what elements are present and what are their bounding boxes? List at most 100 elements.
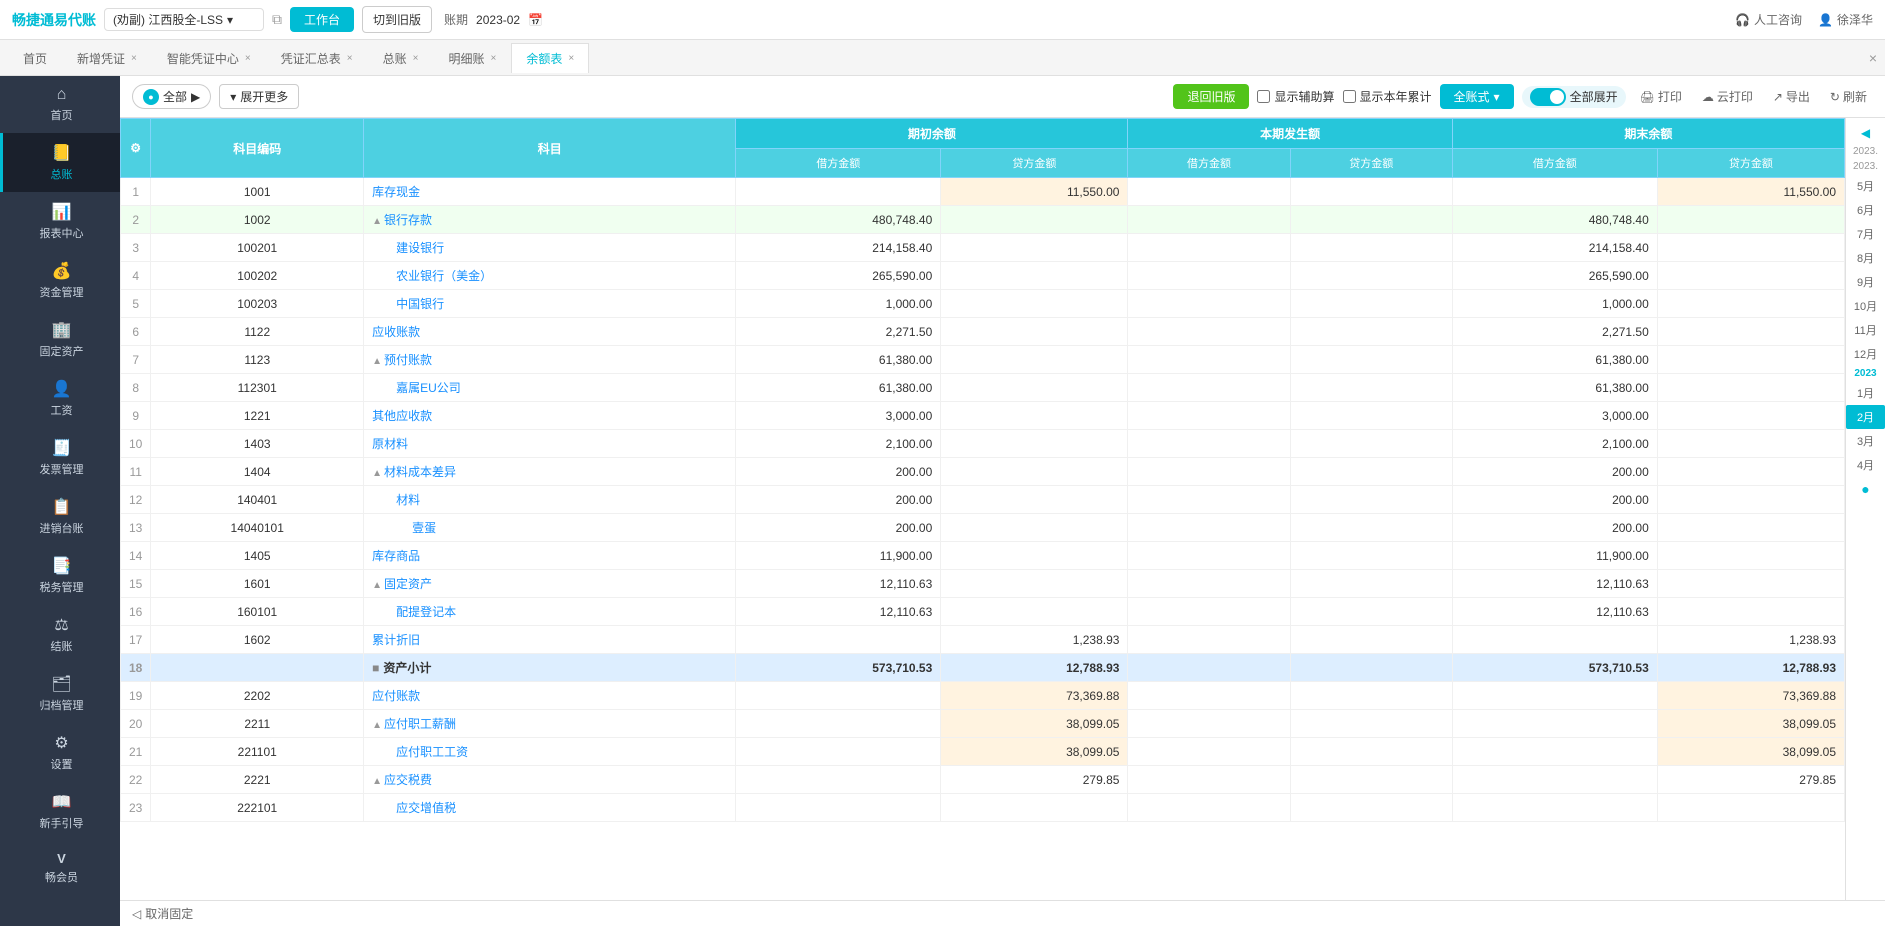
tab-detail-ledger[interactable]: 明细账 × bbox=[433, 43, 511, 73]
sidebar-item-guide[interactable]: 📖 新手引导 bbox=[0, 782, 120, 841]
month-1[interactable]: 1月 bbox=[1846, 381, 1885, 405]
row-name-link[interactable]: 配提登记本 bbox=[372, 603, 456, 620]
row-name-link[interactable]: 应付账款 bbox=[372, 687, 420, 704]
row-name[interactable]: 库存现金 bbox=[364, 178, 736, 206]
sidebar-item-assets[interactable]: 🏢 固定资产 bbox=[0, 310, 120, 369]
tab-add-voucher[interactable]: 新增凭证 × bbox=[62, 43, 152, 73]
row-name-link[interactable]: 预付账款 bbox=[384, 353, 432, 367]
row-name-link[interactable]: 壹蛋 bbox=[372, 519, 436, 536]
row-name-link[interactable]: 固定资产 bbox=[384, 577, 432, 591]
row-name-link[interactable]: 库存商品 bbox=[372, 547, 420, 564]
show-aux-checkbox[interactable] bbox=[1257, 90, 1270, 103]
row-name-link[interactable]: 材料 bbox=[372, 491, 420, 508]
row-name-link[interactable]: 累计折旧 bbox=[372, 631, 420, 648]
print-button[interactable]: 🖨 打印 bbox=[1634, 85, 1688, 108]
row-name[interactable]: 原材料 bbox=[364, 430, 736, 458]
row-name-link[interactable]: 应付职工工资 bbox=[372, 743, 468, 760]
close-all-tabs-icon[interactable]: × bbox=[1869, 50, 1885, 66]
row-name-link[interactable]: 银行存款 bbox=[384, 213, 432, 227]
row-name[interactable]: 材料 bbox=[364, 486, 736, 514]
row-name[interactable]: 库存商品 bbox=[364, 542, 736, 570]
row-name-link[interactable]: 应交税费 bbox=[384, 773, 432, 787]
row-name[interactable]: 应付职工工资 bbox=[364, 738, 736, 766]
consult-info[interactable]: 🎧 人工咨询 bbox=[1735, 11, 1802, 28]
sidebar-item-invoice[interactable]: 🧾 发票管理 bbox=[0, 428, 120, 487]
tab-home[interactable]: 首页 bbox=[8, 43, 62, 73]
calendar-icon[interactable]: 📅 bbox=[528, 13, 543, 27]
row-name[interactable]: 其他应收款 bbox=[364, 402, 736, 430]
cloud-print-button[interactable]: ☁ 云打印 bbox=[1696, 85, 1759, 108]
row-name-link[interactable]: 中国银行 bbox=[372, 295, 444, 312]
row-name-link[interactable]: 应交增值税 bbox=[372, 799, 456, 816]
unpin-label[interactable]: 取消固定 bbox=[145, 905, 193, 922]
month-3[interactable]: 3月 bbox=[1846, 429, 1885, 453]
expand-more-btn[interactable]: ▾ 展开更多 bbox=[219, 84, 299, 109]
toggle-switch[interactable] bbox=[1530, 88, 1566, 106]
tab-add-voucher-close[interactable]: × bbox=[131, 53, 137, 64]
expand-panel-icon[interactable]: ◀ bbox=[1861, 126, 1870, 140]
sidebar-item-tax[interactable]: 📑 税务管理 bbox=[0, 546, 120, 605]
show-ytd-checkbox[interactable] bbox=[1343, 90, 1356, 103]
month-9[interactable]: 9月 bbox=[1846, 270, 1885, 294]
row-name[interactable]: ▲银行存款 bbox=[364, 206, 736, 234]
tab-balance-sheet[interactable]: 余额表 × bbox=[511, 43, 589, 73]
switch-version-button[interactable]: 切到旧版 bbox=[362, 6, 432, 33]
month-11[interactable]: 11月 bbox=[1846, 318, 1885, 342]
month-5[interactable]: 5月 bbox=[1846, 174, 1885, 198]
tab-smart-voucher-close[interactable]: × bbox=[245, 53, 251, 64]
filter-all-btn[interactable]: ● 全部 ▶ bbox=[132, 84, 211, 109]
row-name-link[interactable]: 应收账款 bbox=[372, 323, 420, 340]
month-7[interactable]: 7月 bbox=[1846, 222, 1885, 246]
row-name[interactable]: 农业银行（美金） bbox=[364, 262, 736, 290]
show-ytd-label[interactable]: 显示本年累计 bbox=[1360, 88, 1432, 105]
workbench-button[interactable]: 工作台 bbox=[290, 7, 354, 32]
tab-detail-ledger-close[interactable]: × bbox=[490, 53, 496, 64]
row-name-link[interactable]: 建设银行 bbox=[372, 239, 444, 256]
month-10[interactable]: 10月 bbox=[1846, 294, 1885, 318]
row-name[interactable]: 建设银行 bbox=[364, 234, 736, 262]
right-panel-toggle[interactable]: ● bbox=[1861, 481, 1869, 497]
row-name[interactable]: 应收账款 bbox=[364, 318, 736, 346]
row-name-link[interactable]: 其他应收款 bbox=[372, 407, 432, 424]
col-settings[interactable]: ⚙ bbox=[121, 119, 151, 178]
row-name[interactable]: ▲应付职工薪酬 bbox=[364, 710, 736, 738]
row-name[interactable]: ▲固定资产 bbox=[364, 570, 736, 598]
refresh-button[interactable]: ↻ 刷新 bbox=[1824, 85, 1873, 108]
sidebar-item-payroll[interactable]: 👤 工资 bbox=[0, 369, 120, 428]
tab-voucher-summary-close[interactable]: × bbox=[347, 53, 353, 64]
row-name-link[interactable]: 库存现金 bbox=[372, 183, 420, 200]
sidebar-item-ledger[interactable]: 📒 总账 bbox=[0, 133, 120, 192]
row-name[interactable]: 中国银行 bbox=[364, 290, 736, 318]
tab-ledger-close[interactable]: × bbox=[413, 53, 419, 64]
export-button[interactable]: ↗ 导出 bbox=[1767, 85, 1816, 108]
full-format-button[interactable]: 全账式 ▾ bbox=[1440, 84, 1514, 109]
row-name-link[interactable]: 应付职工薪酬 bbox=[384, 717, 456, 731]
month-6[interactable]: 6月 bbox=[1846, 198, 1885, 222]
row-name[interactable]: 配提登记本 bbox=[364, 598, 736, 626]
row-name-link[interactable]: 原材料 bbox=[372, 435, 408, 452]
row-name[interactable]: 应交增值税 bbox=[364, 794, 736, 822]
row-name[interactable]: 壹蛋 bbox=[364, 514, 736, 542]
sidebar-item-sales[interactable]: 📋 进销台账 bbox=[0, 487, 120, 546]
month-4[interactable]: 4月 bbox=[1846, 453, 1885, 477]
row-name[interactable]: ■资产小计 bbox=[364, 654, 736, 682]
row-name[interactable]: 应付账款 bbox=[364, 682, 736, 710]
tab-ledger[interactable]: 总账 × bbox=[368, 43, 434, 73]
expand-all-toggle[interactable]: 全部展开 bbox=[1522, 86, 1626, 108]
month-2[interactable]: 2月 bbox=[1846, 405, 1885, 429]
user-info[interactable]: 👤 徐泽华 bbox=[1818, 11, 1873, 28]
company-selector[interactable]: (劝副) 江西股全-LSS ▾ bbox=[104, 8, 264, 31]
row-name-link[interactable]: 材料成本差异 bbox=[384, 465, 456, 479]
show-aux-label[interactable]: 显示辅助算 bbox=[1274, 88, 1334, 105]
row-name-link[interactable]: 嘉属EU公司 bbox=[372, 379, 461, 396]
sidebar-item-home[interactable]: ⌂ 首页 bbox=[0, 76, 120, 133]
row-name[interactable]: ▲材料成本差异 bbox=[364, 458, 736, 486]
row-name[interactable]: ▲应交税费 bbox=[364, 766, 736, 794]
row-name[interactable]: 嘉属EU公司 bbox=[364, 374, 736, 402]
sidebar-item-reports[interactable]: 📊 报表中心 bbox=[0, 192, 120, 251]
row-name[interactable]: ▲预付账款 bbox=[364, 346, 736, 374]
row-name-link[interactable]: 农业银行（美金） bbox=[372, 267, 492, 284]
return-old-version-button[interactable]: 退回旧版 bbox=[1173, 84, 1249, 109]
row-name[interactable]: 累计折旧 bbox=[364, 626, 736, 654]
sidebar-item-settings[interactable]: ⚙ 设置 bbox=[0, 723, 120, 782]
